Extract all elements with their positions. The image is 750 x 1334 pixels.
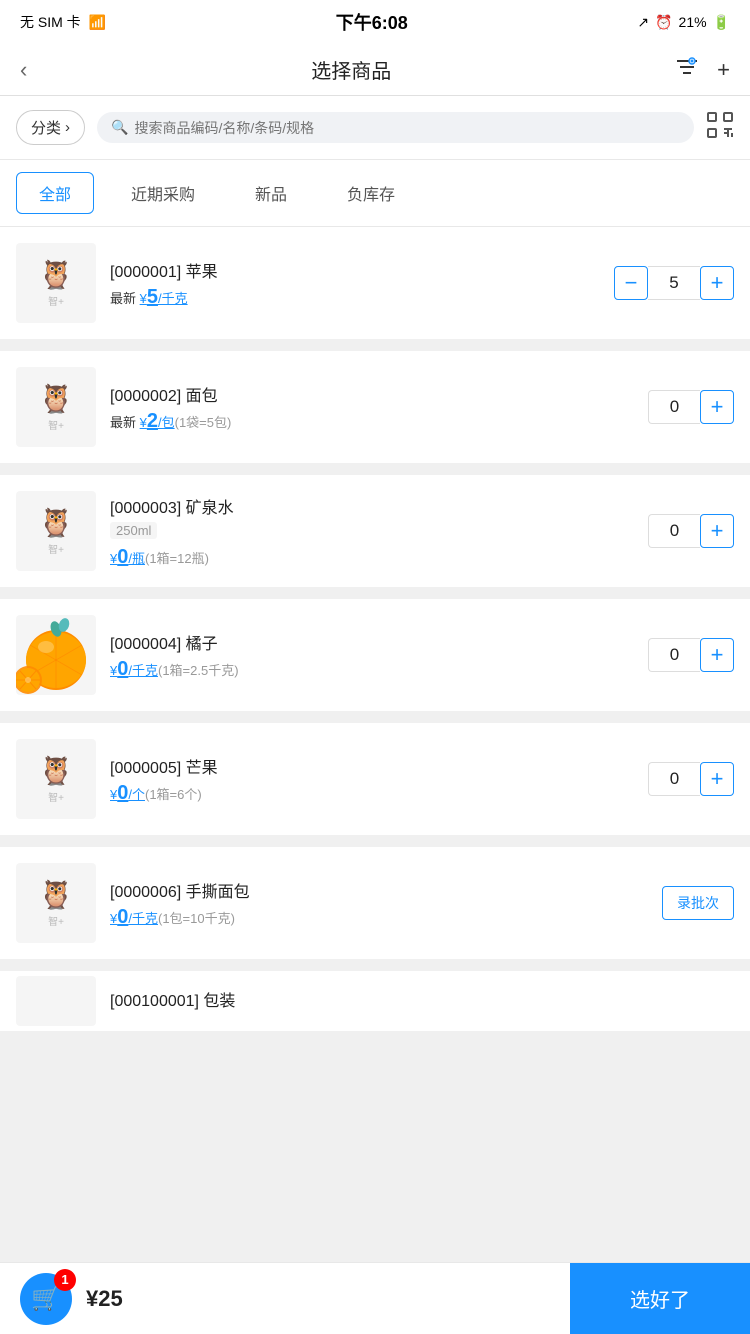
category-label: 分类 (31, 117, 61, 138)
batch-button[interactable]: 录批次 (662, 886, 734, 920)
quantity-control: 录批次 (662, 886, 734, 920)
quantity-input[interactable] (648, 762, 700, 796)
product-price: ¥0/千克(1箱=2.5千克) (110, 658, 634, 681)
quantity-input[interactable] (648, 638, 700, 672)
product-info: [0000003] 矿泉水 250ml ¥0/瓶(1箱=12瓶) (110, 494, 634, 569)
list-item: [000100001] 包装 (0, 971, 750, 1031)
increase-button[interactable]: + (700, 762, 734, 796)
product-thumbnail: 🦉 智+ (16, 739, 96, 819)
product-price: ¥0/瓶(1箱=12瓶) (110, 546, 634, 569)
product-thumbnail: 🦉 智+ (16, 863, 96, 943)
product-info: [0000006] 手撕面包 ¥0/千克(1包=10千克) (110, 878, 648, 929)
placeholder-icon: 🦉 (39, 754, 74, 787)
product-name: [0000003] 矿泉水 (110, 494, 634, 518)
cart-total: ¥25 (86, 1286, 123, 1312)
status-left: 无 SIM 卡 📶 (20, 12, 106, 32)
product-info: [000100001] 包装 (110, 987, 734, 1015)
tab-recent[interactable]: 近期采购 (108, 172, 218, 214)
decrease-button[interactable]: − (614, 266, 648, 300)
product-info: [0000005] 芒果 ¥0/个(1箱=6个) (110, 754, 634, 805)
nav-bar: ‹ 选择商品 + (0, 44, 750, 96)
increase-button[interactable]: + (700, 266, 734, 300)
cart-icon: 🛒 (31, 1284, 61, 1313)
quantity-control: + (648, 390, 734, 424)
product-name: [000100001] 包装 (110, 987, 734, 1011)
cart-section: 🛒 1 ¥25 (0, 1273, 570, 1325)
product-spec: 250ml (110, 522, 157, 539)
product-name: [0000001] 苹果 (110, 258, 600, 282)
status-time: 下午6:08 (336, 9, 408, 35)
cart-badge: 1 (54, 1269, 76, 1291)
confirm-button[interactable]: 选好了 (570, 1263, 750, 1334)
add-icon[interactable]: + (717, 57, 730, 83)
product-name: [0000006] 手撕面包 (110, 878, 648, 902)
increase-button[interactable]: + (700, 638, 734, 672)
product-info: [0000002] 面包 最新 ¥2/包(1袋=5包) (110, 382, 634, 433)
search-bar: 🔍 (97, 112, 694, 143)
product-price: 最新 ¥2/包(1袋=5包) (110, 410, 634, 433)
product-price: 最新 ¥5/千克 (110, 286, 600, 309)
battery-label: 21% (679, 14, 707, 30)
placeholder-icon: 🦉 (39, 382, 74, 415)
bottom-bar: 🛒 1 ¥25 选好了 (0, 1262, 750, 1334)
placeholder-icon: 🦉 (39, 258, 74, 291)
page-title: 选择商品 (311, 55, 391, 84)
status-right: ↗ ⏰ 21% 🔋 (637, 14, 730, 31)
product-thumbnail: 🦉 智+ (16, 367, 96, 447)
product-thumbnail (16, 615, 96, 695)
cart-icon-button[interactable]: 🛒 1 (20, 1273, 72, 1325)
battery-icon: 🔋 (713, 14, 730, 31)
back-button[interactable]: ‹ (20, 57, 27, 83)
nav-right-actions: + (675, 56, 730, 84)
carrier-label: 无 SIM 卡 (20, 12, 81, 32)
tab-all[interactable]: 全部 (16, 172, 94, 214)
increase-button[interactable]: + (700, 390, 734, 424)
quantity-control: + (648, 638, 734, 672)
quantity-control: − + (614, 266, 734, 300)
search-input[interactable] (134, 120, 680, 136)
increase-button[interactable]: + (700, 514, 734, 548)
product-name: [0000002] 面包 (110, 382, 634, 406)
product-list: 🦉 智+ [0000001] 苹果 最新 ¥5/千克 − + 🦉 智+ [000… (0, 227, 750, 1105)
toolbar: 分类 › 🔍 (0, 96, 750, 160)
wifi-icon: 📶 (89, 14, 106, 31)
product-thumbnail: 🦉 智+ (16, 243, 96, 323)
product-thumbnail (16, 976, 96, 1026)
quantity-input[interactable] (648, 514, 700, 548)
product-thumbnail: 🦉 智+ (16, 491, 96, 571)
location-icon: ↗ (637, 14, 649, 31)
search-icon: 🔍 (111, 119, 128, 136)
alarm-icon: ⏰ (655, 14, 672, 31)
quantity-input[interactable] (648, 266, 700, 300)
filter-tabs: 全部 近期采购 新品 负库存 (0, 160, 750, 227)
list-item: 🦉 智+ [0000006] 手撕面包 ¥0/千克(1包=10千克) 录批次 (0, 847, 750, 959)
list-item: 🦉 智+ [0000005] 芒果 ¥0/个(1箱=6个) + (0, 723, 750, 835)
quantity-control: + (648, 514, 734, 548)
scan-icon[interactable] (706, 111, 734, 145)
product-info: [0000004] 橘子 ¥0/千克(1箱=2.5千克) (110, 630, 634, 681)
list-item: [0000004] 橘子 ¥0/千克(1箱=2.5千克) + (0, 599, 750, 711)
product-name: [0000004] 橘子 (110, 630, 634, 654)
product-name: [0000005] 芒果 (110, 754, 634, 778)
tab-negative-stock[interactable]: 负库存 (324, 172, 418, 214)
product-price: ¥0/千克(1包=10千克) (110, 906, 648, 929)
quantity-input[interactable] (648, 390, 700, 424)
list-item: 🦉 智+ [0000002] 面包 最新 ¥2/包(1袋=5包) + (0, 351, 750, 463)
placeholder-icon: 🦉 (39, 878, 74, 911)
status-bar: 无 SIM 卡 📶 下午6:08 ↗ ⏰ 21% 🔋 (0, 0, 750, 44)
placeholder-icon: 🦉 (39, 506, 74, 539)
tab-new[interactable]: 新品 (232, 172, 310, 214)
quantity-control: + (648, 762, 734, 796)
list-item: 🦉 智+ [0000003] 矿泉水 250ml ¥0/瓶(1箱=12瓶) + (0, 475, 750, 587)
list-item: 🦉 智+ [0000001] 苹果 最新 ¥5/千克 − + (0, 227, 750, 339)
product-info: [0000001] 苹果 最新 ¥5/千克 (110, 258, 600, 309)
chevron-right-icon: › (65, 119, 70, 136)
category-button[interactable]: 分类 › (16, 110, 85, 145)
product-price: ¥0/个(1箱=6个) (110, 782, 634, 805)
filter-icon[interactable] (675, 56, 699, 84)
